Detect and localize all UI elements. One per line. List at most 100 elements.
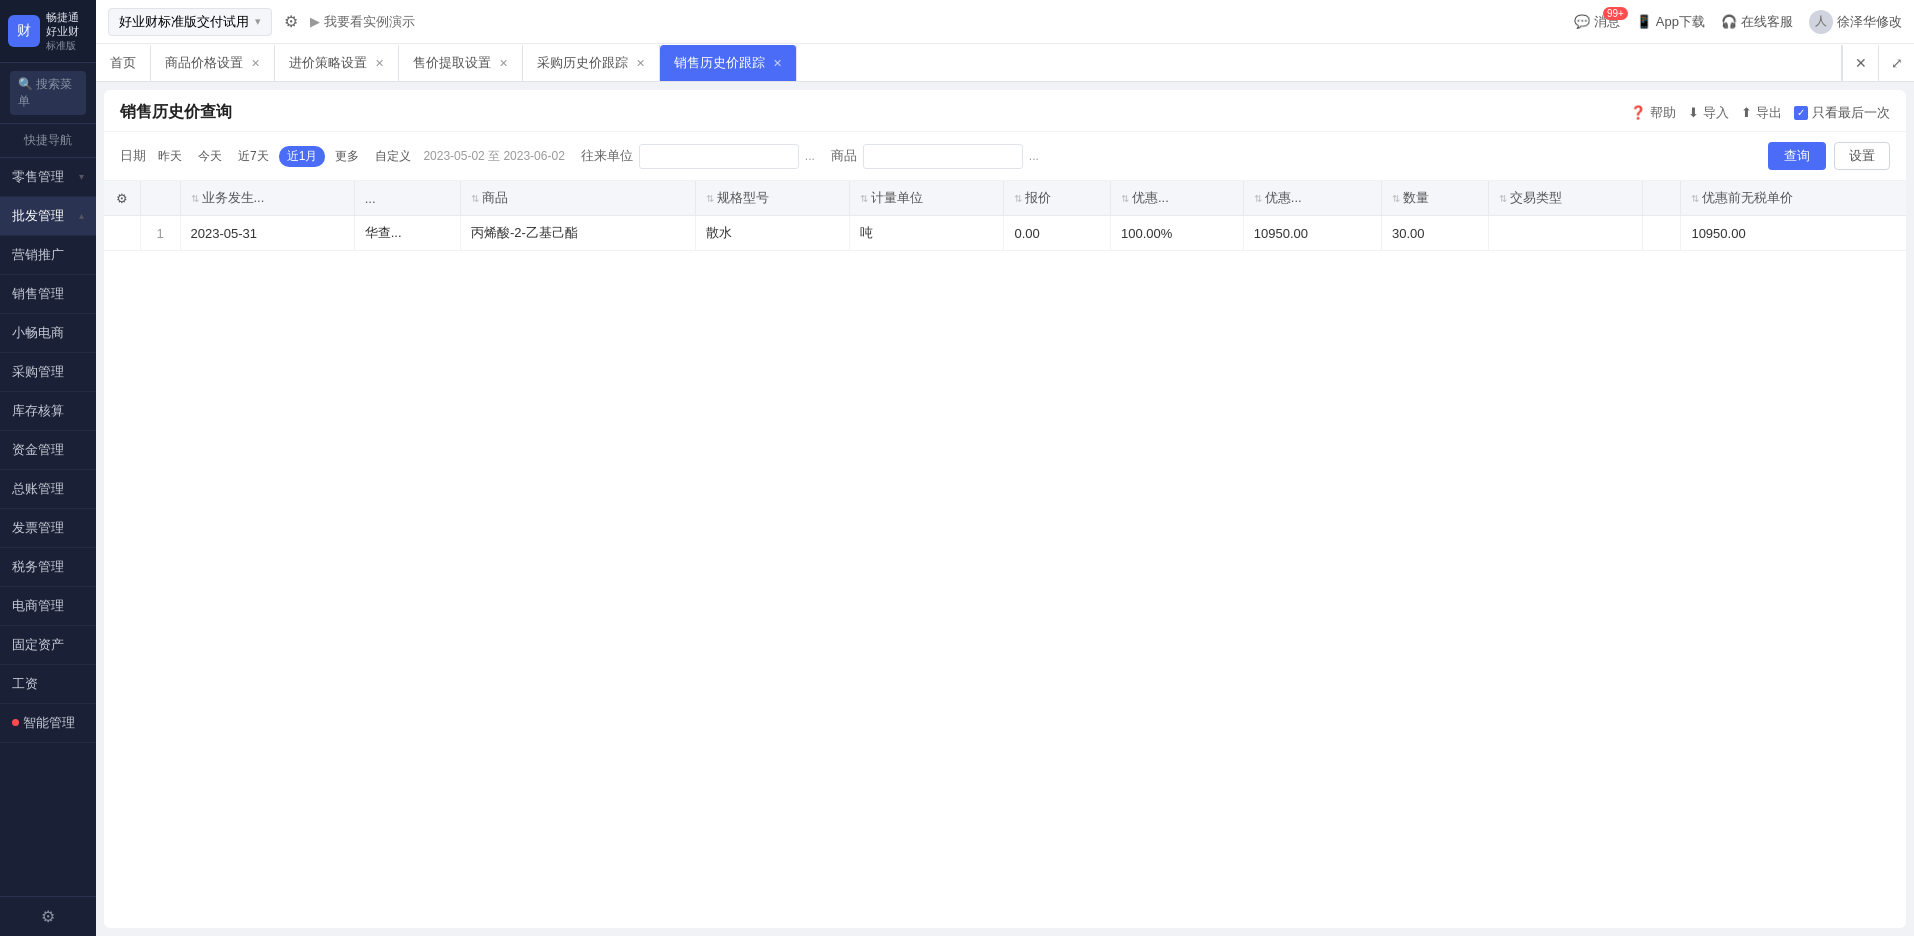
date-range-display: 2023-05-02 至 2023-06-02 (423, 148, 564, 165)
partner-filter-group: 往来单位 ... (581, 144, 815, 169)
message-badge: 99+ (1603, 7, 1628, 20)
tabs-bar: 首页 商品价格设置 ✕ 进价策略设置 ✕ 售价提取设置 ✕ 采购历史价跟踪 ✕ … (96, 44, 1914, 82)
col-discount-amt[interactable]: ⇅ 优惠... (1243, 181, 1381, 216)
col-biz-date[interactable]: ⇅ 业务发生... (180, 181, 354, 216)
col-quote[interactable]: ⇅ 报价 (1004, 181, 1111, 216)
help-button[interactable]: ❓ 帮助 (1630, 104, 1676, 122)
page-title: 销售历史价查询 (120, 102, 232, 123)
col-more[interactable]: ... (354, 181, 460, 216)
cell-discount-amt: 10950.00 (1243, 216, 1381, 251)
chevron-down-icon: ▾ (255, 15, 261, 28)
close-icon[interactable]: ✕ (499, 57, 508, 70)
sidebar-item-ledger[interactable]: 总账管理 (0, 470, 96, 509)
sidebar: 财 畅捷通好业财 标准版 🔍 搜索菜单 快捷导航 零售管理 ▾ 批发管理 ▴ 营… (0, 0, 96, 936)
cell-spec: 散水 (695, 216, 849, 251)
col-spec[interactable]: ⇅ 规格型号 (695, 181, 849, 216)
col-product[interactable]: ⇅ 商品 (460, 181, 695, 216)
col-unit[interactable]: ⇅ 计量单位 (850, 181, 1004, 216)
table-header-row: ⚙ ⇅ 业务发生... ... (104, 181, 1906, 216)
import-icon: ⬇ (1688, 105, 1699, 120)
settings-icon[interactable]: ⚙ (41, 907, 55, 926)
app-download-button[interactable]: 📱 App下载 (1636, 13, 1705, 31)
sidebar-item-marketing[interactable]: 营销推广 (0, 236, 96, 275)
sidebar-item-purchase[interactable]: 采购管理 (0, 353, 96, 392)
sort-icon: ⇅ (1392, 193, 1400, 204)
sidebar-item-invoice[interactable]: 发票管理 (0, 509, 96, 548)
tab-product-price[interactable]: 商品价格设置 ✕ (151, 45, 275, 81)
sidebar-item-capital[interactable]: 资金管理 (0, 431, 96, 470)
cell-pretax-price: 10950.00 (1681, 216, 1906, 251)
sidebar-item-smart[interactable]: 智能管理 (0, 704, 96, 743)
sidebar-item-salary[interactable]: 工资 (0, 665, 96, 704)
settings-button[interactable]: 设置 (1834, 142, 1890, 170)
page-header-actions: ❓ 帮助 ⬇ 导入 ⬆ 导出 ✓ 只看最后一次 (1630, 104, 1890, 122)
demo-button[interactable]: ▶ 我要看实例演示 (310, 13, 415, 31)
col-discount-pct[interactable]: ⇅ 优惠... (1110, 181, 1243, 216)
col-tx-type[interactable]: ⇅ 交易类型 (1488, 181, 1642, 216)
product-more-icon[interactable]: ... (1029, 149, 1039, 163)
date-option-1month[interactable]: 近1月 (279, 146, 326, 167)
col-pretax-price[interactable]: ⇅ 优惠前无税单价 (1681, 181, 1906, 216)
tab-purchase-strategy[interactable]: 进价策略设置 ✕ (275, 45, 399, 81)
cell-more: 华查... (354, 216, 460, 251)
sidebar-item-tax[interactable]: 税务管理 (0, 548, 96, 587)
partner-input[interactable] (639, 144, 799, 169)
last-only-checkbox-label[interactable]: ✓ 只看最后一次 (1794, 104, 1890, 122)
date-option-yesterday[interactable]: 昨天 (152, 146, 188, 167)
cell-quote: 0.00 (1004, 216, 1111, 251)
sidebar-item-ecommerce-small[interactable]: 小畅电商 (0, 314, 96, 353)
col-quantity[interactable]: ⇅ 数量 (1382, 181, 1489, 216)
table-row: 1 2023-05-31 华查... 丙烯酸-2-乙基己酯 散水 吨 0.00 … (104, 216, 1906, 251)
message-icon: 💬 (1574, 14, 1590, 29)
sort-icon: ⇅ (1014, 193, 1022, 204)
avatar: 人 (1809, 10, 1833, 34)
message-button[interactable]: 💬 消息 99+ (1574, 13, 1620, 31)
tabs-controls: ✕ ⤢ (1841, 45, 1914, 81)
cell-unit: 吨 (850, 216, 1004, 251)
chevron-up-icon: ▴ (79, 210, 84, 221)
tab-home[interactable]: 首页 (96, 45, 151, 81)
close-icon[interactable]: ✕ (636, 57, 645, 70)
close-icon[interactable]: ✕ (375, 57, 384, 70)
sidebar-logo: 财 畅捷通好业财 标准版 (0, 0, 96, 63)
date-option-today[interactable]: 今天 (192, 146, 228, 167)
sidebar-item-inventory[interactable]: 库存核算 (0, 392, 96, 431)
import-button[interactable]: ⬇ 导入 (1688, 104, 1729, 122)
tab-price-extract[interactable]: 售价提取设置 ✕ (399, 45, 523, 81)
close-icon[interactable]: ✕ (251, 57, 260, 70)
logo-icon: 财 (8, 15, 40, 47)
date-option-more[interactable]: 更多 (329, 146, 365, 167)
tab-close-button[interactable]: ✕ (1842, 45, 1878, 81)
topbar-config-button[interactable]: ⚙ (284, 12, 298, 31)
export-button[interactable]: ⬆ 导出 (1741, 104, 1782, 122)
sidebar-search-button[interactable]: 🔍 搜索菜单 (10, 71, 86, 115)
notification-dot (12, 719, 19, 726)
help-icon: ❓ (1630, 105, 1646, 120)
sort-icon: ⇅ (471, 193, 479, 204)
product-input[interactable] (863, 144, 1023, 169)
date-option-custom[interactable]: 自定义 (369, 146, 417, 167)
close-icon[interactable]: ✕ (773, 57, 782, 70)
cell-product: 丙烯酸-2-乙基己酯 (460, 216, 695, 251)
sidebar-item-ecommerce[interactable]: 电商管理 (0, 587, 96, 626)
partner-more-icon[interactable]: ... (805, 149, 815, 163)
query-button[interactable]: 查询 (1768, 142, 1826, 170)
sort-icon: ⇅ (860, 193, 868, 204)
date-option-7days[interactable]: 近7天 (232, 146, 275, 167)
sidebar-item-retail[interactable]: 零售管理 ▾ (0, 158, 96, 197)
tab-expand-button[interactable]: ⤢ (1878, 45, 1914, 81)
col-gear: ⚙ (104, 181, 140, 216)
user-menu[interactable]: 人 徐泽华修改 (1809, 10, 1902, 34)
tab-purchase-history[interactable]: 采购历史价跟踪 ✕ (523, 45, 660, 81)
sidebar-item-sales[interactable]: 销售管理 (0, 275, 96, 314)
sort-icon: ⇅ (706, 193, 714, 204)
sidebar-item-wholesale[interactable]: 批发管理 ▴ (0, 197, 96, 236)
online-service-button[interactable]: 🎧 在线客服 (1721, 13, 1793, 31)
version-selector[interactable]: 好业财标准版交付试用 ▾ (108, 8, 272, 36)
filter-bar: 日期 昨天 今天 近7天 近1月 更多 自定义 2023-05-02 至 202… (104, 132, 1906, 181)
sidebar-item-assets[interactable]: 固定资产 (0, 626, 96, 665)
cell-quantity: 30.00 (1382, 216, 1489, 251)
gear-icon[interactable]: ⚙ (116, 191, 128, 206)
sidebar-quick-nav[interactable]: 快捷导航 (0, 124, 96, 158)
tab-sales-history[interactable]: 销售历史价跟踪 ✕ (660, 45, 797, 81)
